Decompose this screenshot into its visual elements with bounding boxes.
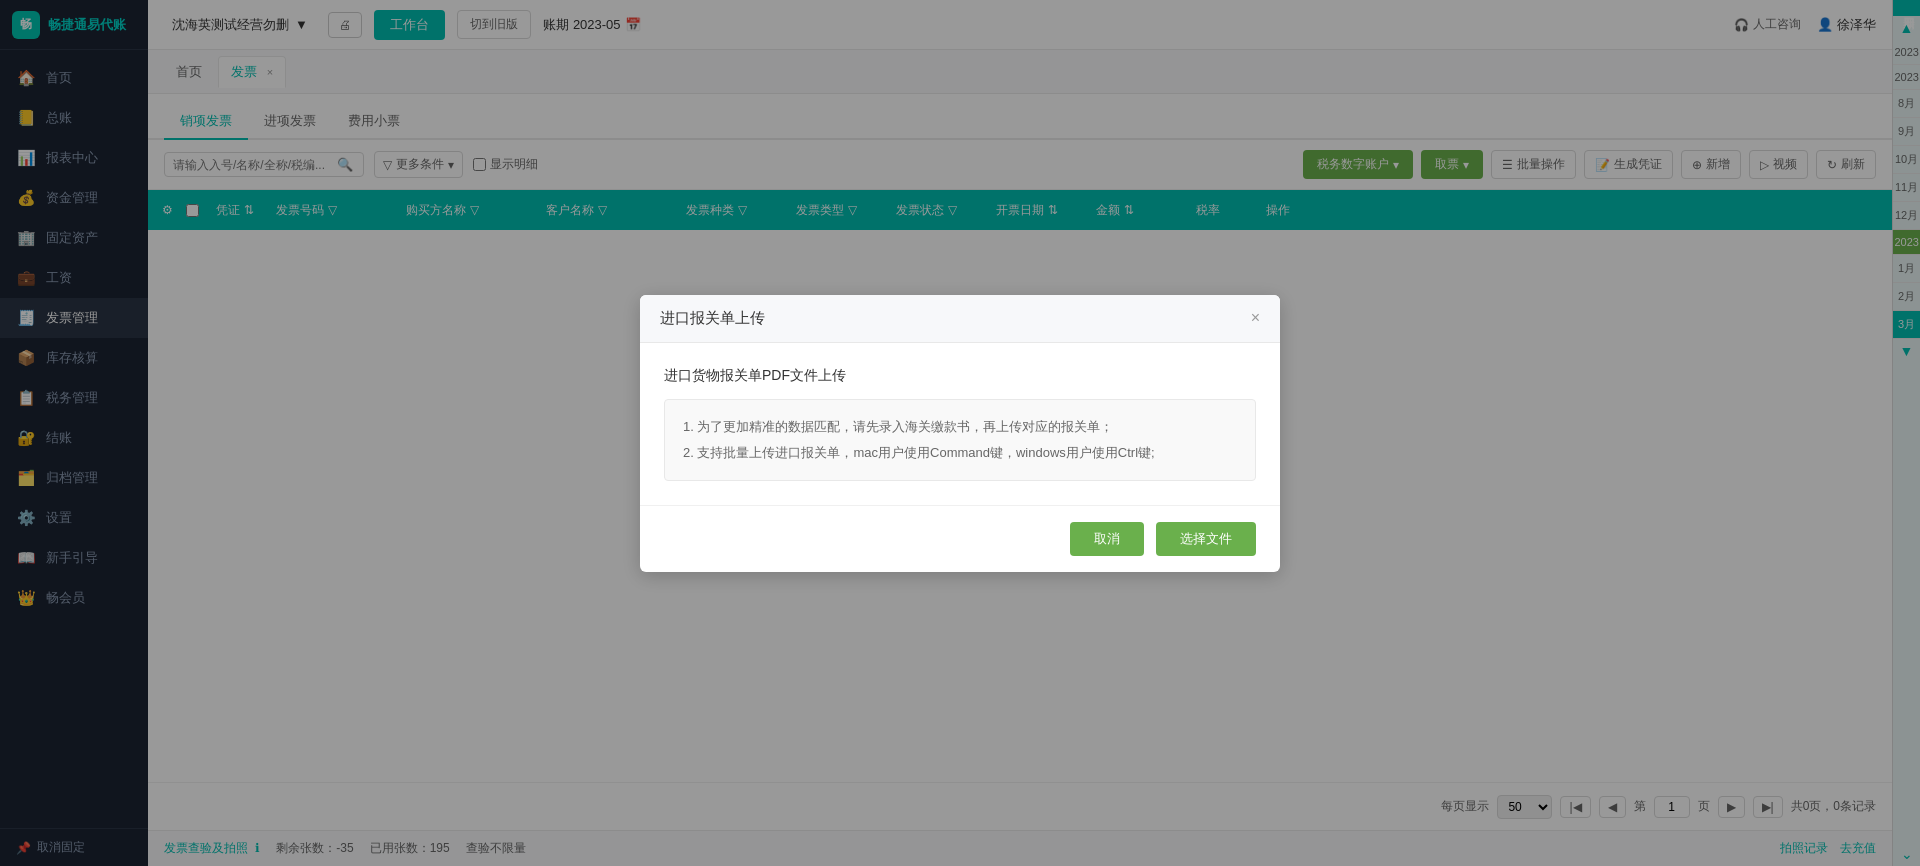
modal-cancel-button[interactable]: 取消: [1070, 522, 1144, 556]
modal-info-box: 1. 为了更加精准的数据匹配，请先录入海关缴款书，再上传对应的报关单； 2. 支…: [664, 399, 1256, 481]
modal-body: 进口货物报关单PDF文件上传 1. 为了更加精准的数据匹配，请先录入海关缴款书，…: [640, 343, 1280, 505]
modal-title: 进口报关单上传: [660, 309, 765, 328]
modal-info-item-2: 2. 支持批量上传进口报关单，mac用户使用Command键，windows用户…: [683, 440, 1237, 466]
import-customs-modal: 进口报关单上传 × 进口货物报关单PDF文件上传 1. 为了更加精准的数据匹配，…: [640, 295, 1280, 572]
modal-close-button[interactable]: ×: [1251, 310, 1260, 326]
modal-overlay[interactable]: 进口报关单上传 × 进口货物报关单PDF文件上传 1. 为了更加精准的数据匹配，…: [0, 0, 1920, 866]
modal-info-item-1: 1. 为了更加精准的数据匹配，请先录入海关缴款书，再上传对应的报关单；: [683, 414, 1237, 440]
modal-confirm-button[interactable]: 选择文件: [1156, 522, 1256, 556]
modal-header: 进口报关单上传 ×: [640, 295, 1280, 343]
modal-section-title: 进口货物报关单PDF文件上传: [664, 367, 1256, 385]
modal-footer: 取消 选择文件: [640, 505, 1280, 572]
